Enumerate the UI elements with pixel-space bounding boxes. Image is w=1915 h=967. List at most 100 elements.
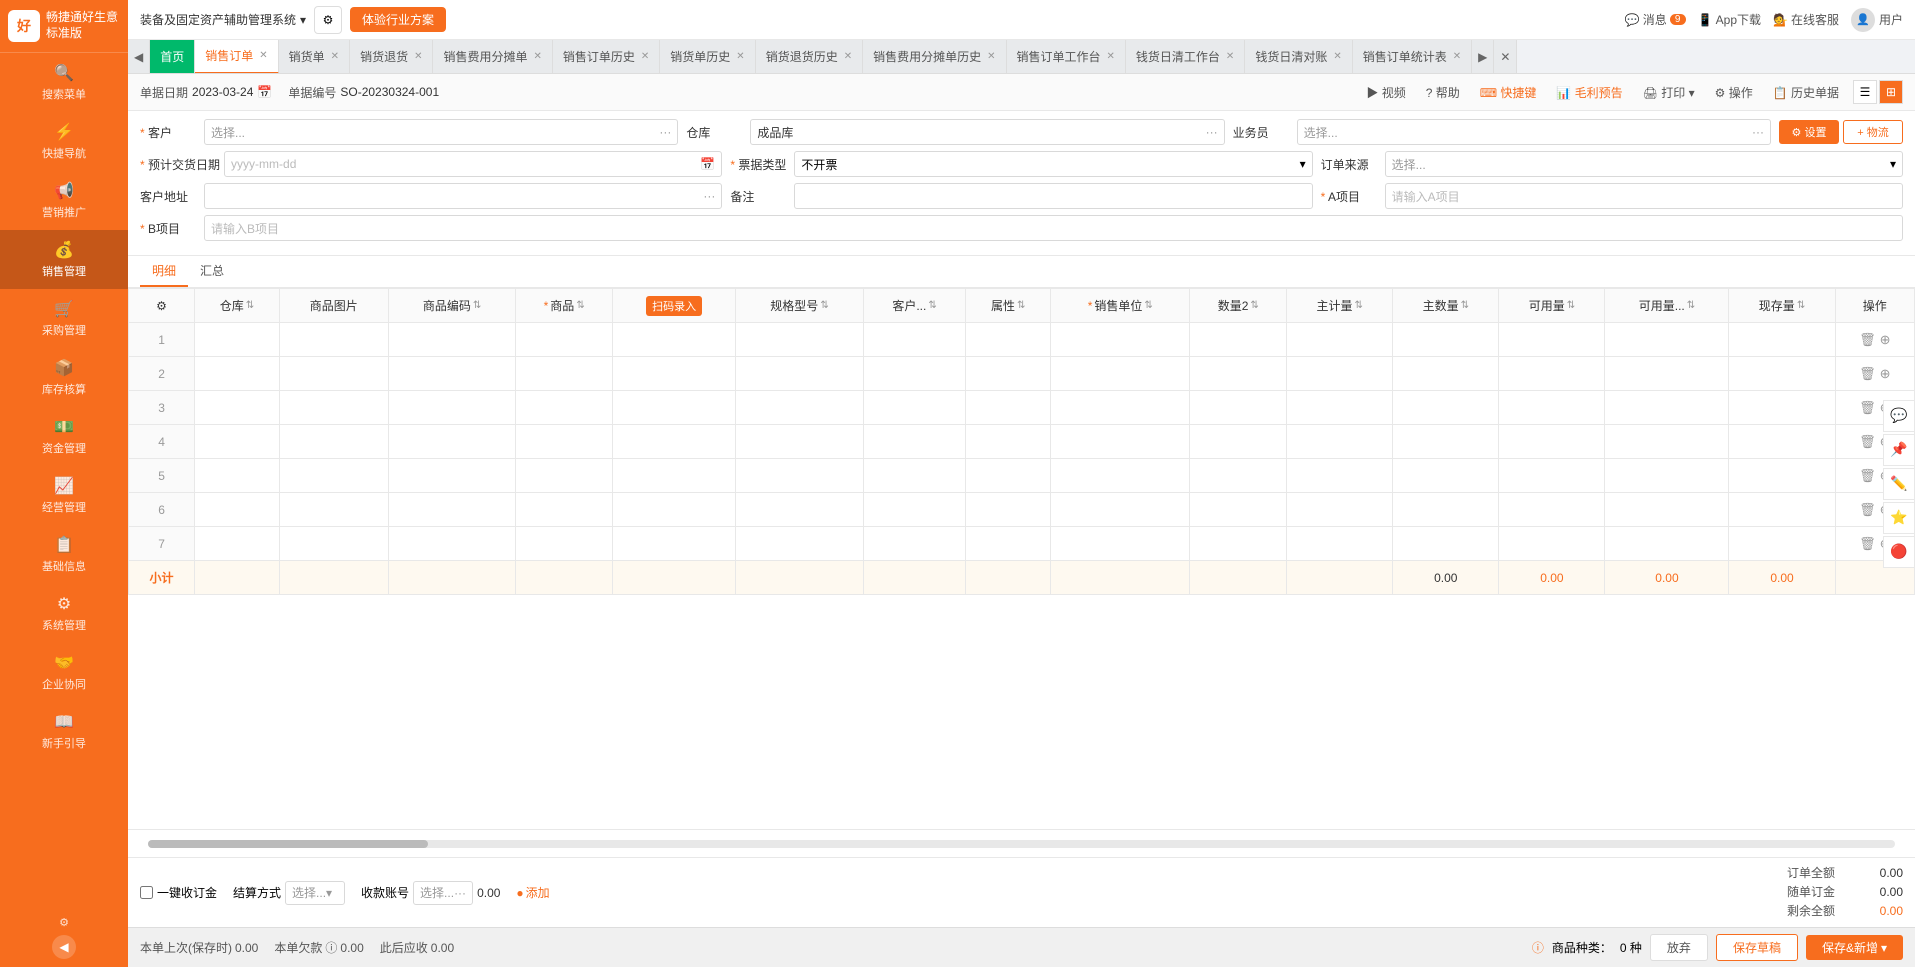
operation-btn[interactable]: ⚙ 操作 — [1709, 82, 1759, 103]
account-dots[interactable]: ··· — [454, 886, 466, 900]
payment-method-select[interactable]: 选择... ▾ — [285, 881, 345, 905]
tab-9[interactable]: 销售订单工作台✕ — [1007, 40, 1126, 74]
cell-warehouse[interactable] — [195, 391, 280, 425]
cell-image[interactable] — [279, 459, 388, 493]
cell-attr[interactable] — [966, 357, 1051, 391]
sidebar-item-资金管理[interactable]: 💵资金管理 — [0, 407, 128, 466]
cell-unit[interactable] — [1051, 459, 1190, 493]
discard-button[interactable]: 放弃 — [1650, 934, 1708, 961]
delete-row-icon[interactable]: 🗑 — [1859, 434, 1876, 450]
cell-product[interactable] — [516, 527, 613, 561]
sidebar-item-销售管理[interactable]: 💰销售管理 — [0, 230, 128, 289]
cell-main_qty[interactable] — [1393, 357, 1499, 391]
cell-spec[interactable] — [736, 425, 864, 459]
tab-prev-btn[interactable]: ◀ — [128, 40, 150, 74]
cell-warehouse[interactable] — [195, 323, 280, 357]
cell-attr[interactable] — [966, 459, 1051, 493]
a-project-input[interactable]: 请输入A项目 — [1385, 183, 1903, 209]
cell-qty2[interactable] — [1190, 391, 1287, 425]
cell-customer_code[interactable] — [863, 459, 966, 493]
add-goods-btn[interactable]: + 物流 — [1843, 120, 1903, 144]
cell-stock[interactable] — [1729, 527, 1835, 561]
tab-close-5[interactable]: ✕ — [641, 51, 649, 62]
delivery-cal-icon[interactable]: 📅 — [700, 157, 715, 171]
list-view-btn[interactable]: ☰ — [1853, 80, 1877, 104]
cell-image[interactable] — [279, 493, 388, 527]
sidebar-item-库存核算[interactable]: 📦库存核算 — [0, 348, 128, 407]
profit-btn[interactable]: 📊 毛利预告 — [1550, 82, 1628, 103]
right-float-btn-2[interactable]: ✏️ — [1883, 468, 1915, 500]
table-wrapper[interactable]: ⚙仓库⇅商品图片商品编码⇅*商品⇅扫码录入规格型号⇅客户...⇅属性⇅*销售单位… — [128, 288, 1915, 829]
cell-image[interactable] — [279, 425, 388, 459]
close-all-tabs-btn[interactable]: ✕ — [1494, 40, 1517, 74]
cell-avail_qty2[interactable] — [1605, 527, 1729, 561]
message-btn[interactable]: 💬 消息 9 — [1625, 11, 1686, 28]
right-float-btn-0[interactable]: 💬 — [1883, 400, 1915, 432]
cell-avail_qty[interactable] — [1499, 323, 1605, 357]
cell-attr[interactable] — [966, 425, 1051, 459]
cell-customer_code[interactable] — [863, 323, 966, 357]
cell-attr[interactable] — [966, 323, 1051, 357]
cell-unit[interactable] — [1051, 425, 1190, 459]
cell-settings[interactable]: 3 — [129, 391, 195, 425]
add-btn[interactable]: ●添加 — [516, 884, 549, 901]
app-download-btn[interactable]: 📱 App下载 — [1698, 11, 1761, 28]
customer-input[interactable]: 选择... ··· — [204, 119, 678, 145]
cell-attr[interactable] — [966, 391, 1051, 425]
delete-row-icon[interactable]: 🗑 — [1859, 400, 1876, 416]
cell-image[interactable] — [279, 323, 388, 357]
cell-stock[interactable] — [1729, 425, 1835, 459]
cell-unit[interactable] — [1051, 493, 1190, 527]
warehouse-input[interactable]: 成品库 ··· — [750, 119, 1224, 145]
tab-5[interactable]: 销售订单历史✕ — [553, 40, 660, 74]
tab-close-10[interactable]: ✕ — [1226, 51, 1234, 62]
scrollbar-track[interactable] — [148, 840, 1895, 848]
cell-image[interactable] — [279, 391, 388, 425]
cell-main_unit[interactable] — [1287, 493, 1393, 527]
invoice-select[interactable]: 不开票 ▾ — [794, 151, 1312, 177]
right-float-btn-1[interactable]: 📌 — [1883, 434, 1915, 466]
cell-warehouse[interactable] — [195, 425, 280, 459]
cell-code[interactable] — [388, 527, 516, 561]
solution-button[interactable]: 体验行业方案 — [350, 7, 446, 32]
calendar-icon[interactable]: 📅 — [257, 85, 272, 99]
sidebar-item-搜索菜单[interactable]: 🔍搜索菜单 — [0, 53, 128, 112]
cell-stock[interactable] — [1729, 493, 1835, 527]
order-source-select[interactable]: 选择... ▾ — [1385, 151, 1903, 177]
scan-btn[interactable]: 扫码录入 — [646, 296, 702, 316]
cell-product[interactable] — [516, 357, 613, 391]
cell-main_qty[interactable] — [1393, 391, 1499, 425]
delete-row-icon[interactable]: 🗑 — [1859, 332, 1876, 348]
cell-qty2[interactable] — [1190, 493, 1287, 527]
delivery-input[interactable]: yyyy-mm-dd 📅 — [224, 151, 722, 177]
cell-product[interactable] — [516, 493, 613, 527]
tab-3[interactable]: 销货退货✕ — [350, 40, 433, 74]
cell-settings[interactable]: 2 — [129, 357, 195, 391]
tab-close-12[interactable]: ✕ — [1453, 51, 1461, 62]
tab-0[interactable]: 首页 — [150, 40, 195, 74]
cell-image[interactable] — [279, 527, 388, 561]
cell-settings[interactable]: 1 — [129, 323, 195, 357]
cell-avail_qty2[interactable] — [1605, 323, 1729, 357]
tab-4[interactable]: 销售费用分摊单✕ — [433, 40, 552, 74]
cell-code[interactable] — [388, 391, 516, 425]
note-input[interactable] — [794, 183, 1312, 209]
dropdown-arrow-icon[interactable]: ▾ — [300, 13, 306, 27]
cell-main_unit[interactable] — [1287, 357, 1393, 391]
delete-row-icon[interactable]: 🗑 — [1859, 502, 1876, 518]
cell-code[interactable] — [388, 493, 516, 527]
cell-main_qty[interactable] — [1393, 493, 1499, 527]
sidebar-item-基础信息[interactable]: 📋基础信息 — [0, 525, 128, 584]
shortcut-btn[interactable]: ⌨ 快捷键 — [1474, 82, 1543, 103]
sidebar-item-新手引导[interactable]: 📖新手引导 — [0, 702, 128, 761]
cell-scan[interactable] — [612, 391, 735, 425]
warehouse-dots[interactable]: ··· — [1206, 125, 1218, 139]
cell-customer_code[interactable] — [863, 357, 966, 391]
address-input[interactable]: ··· — [204, 183, 722, 209]
cell-attr[interactable] — [966, 493, 1051, 527]
cell-avail_qty[interactable] — [1499, 391, 1605, 425]
cell-main_unit[interactable] — [1287, 527, 1393, 561]
cell-settings[interactable]: 5 — [129, 459, 195, 493]
cell-settings[interactable]: 6 — [129, 493, 195, 527]
cell-qty2[interactable] — [1190, 357, 1287, 391]
